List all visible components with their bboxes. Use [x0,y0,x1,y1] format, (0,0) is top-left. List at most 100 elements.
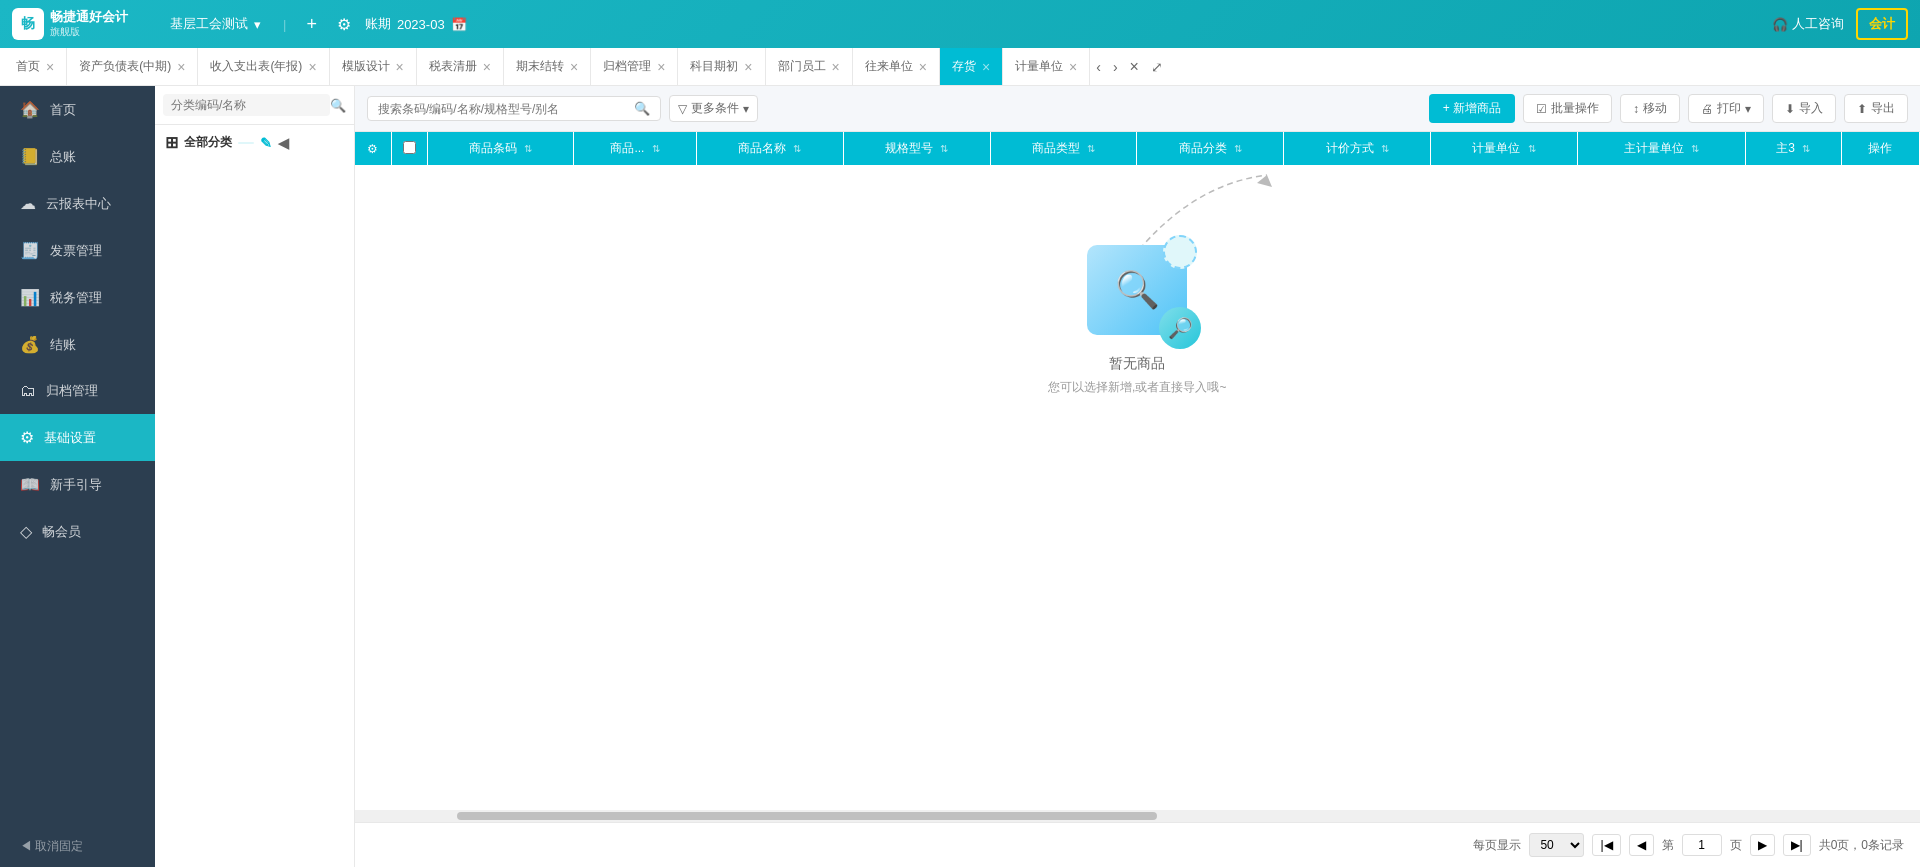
sidebar-member-label: 畅会员 [42,523,81,541]
tab-tax-close[interactable]: × [483,60,491,74]
company-selector[interactable]: 基层工会测试 ▾ [162,11,269,37]
add-product-button[interactable]: + 新增商品 [1429,94,1515,123]
tab-template[interactable]: 模版设计 × [330,48,417,86]
per-page-selector[interactable]: 50 10 20 100 [1529,833,1584,857]
pagination: 每页显示 50 10 20 100 |◀ ◀ 第 页 ▶ [355,822,1920,867]
tab-next-button[interactable]: › [1107,59,1124,75]
tab-home[interactable]: 首页 × [4,48,67,86]
sidebar-item-invoice[interactable]: 🧾 发票管理 [0,227,155,274]
tab-tax[interactable]: 税表清册 × [417,48,504,86]
th-checkbox[interactable] [391,132,427,165]
first-page-button[interactable]: |◀ [1592,834,1620,856]
category-edit-icon[interactable]: ✎ [260,135,272,151]
prev-page-button[interactable]: ◀ [1629,834,1654,856]
th-price-method[interactable]: 计价方式 ⇅ [1284,132,1431,165]
calendar-icon[interactable]: 📅 [451,17,467,32]
doc-circle-deco [1163,235,1197,269]
tab-income[interactable]: 收入支出表(年报) × [198,48,329,86]
tab-expand-button[interactable]: ⤢ [1145,59,1169,75]
category-collapse-icon[interactable]: ◀ [278,135,289,151]
import-label: 导入 [1799,100,1823,117]
sidebar-item-home[interactable]: 🏠 首页 [0,86,155,133]
period-label: 账期 [365,15,391,33]
unpin-label: ◀ 取消固定 [20,838,83,855]
tab-prev-button[interactable]: ‹ [1090,59,1107,75]
scrollbar-thumb[interactable] [457,812,1157,820]
last-page-button[interactable]: ▶| [1783,834,1811,856]
header-separator: | [283,17,286,32]
th-type[interactable]: 商品类型 ⇅ [990,132,1137,165]
tab-inventory-close[interactable]: × [982,60,990,74]
export-label: 导出 [1871,100,1895,117]
category-search-icon[interactable]: 🔍 [330,98,346,113]
tab-dept[interactable]: 部门员工 × [766,48,853,86]
th-barcode[interactable]: 商品条码 ⇅ [427,132,574,165]
batch-operation-button[interactable]: ☑ 批量操作 [1523,94,1612,123]
next-page-button[interactable]: ▶ [1750,834,1775,856]
move-button[interactable]: ↕ 移动 [1620,94,1680,123]
sidebar-item-member[interactable]: ◇ 畅会员 [0,508,155,555]
th-unit[interactable]: 计量单位 ⇅ [1431,132,1578,165]
sidebar-item-guide[interactable]: 📖 新手引导 [0,461,155,508]
tab-unit-close[interactable]: × [1069,60,1077,74]
th-name[interactable]: 商品名称 ⇅ [696,132,843,165]
th-code[interactable]: 商品... ⇅ [574,132,696,165]
tab-partner-close[interactable]: × [919,60,927,74]
period-value: 2023-03 [397,17,445,32]
tab-balance-sheet[interactable]: 资产负债表(中期) × [67,48,198,86]
tab-period-close-btn[interactable]: × [570,60,578,74]
tab-inventory-label: 存货 [952,58,976,75]
home-icon: 🏠 [20,100,40,119]
table-wrap: ⚙ 商品条码 ⇅ 商品... ⇅ 商品名称 ⇅ 规格型号 ⇅ 商品类型 ⇅ 商品… [355,132,1920,810]
category-header: ⊞ 全部分类 ✎ ◀ [155,125,354,160]
search-icon[interactable]: 🔍 [634,101,650,116]
search-input[interactable] [378,102,628,116]
per-page-select[interactable]: 50 10 20 100 [1529,833,1584,857]
category-search-input[interactable] [163,94,330,116]
sidebar-unpin-button[interactable]: ◀ 取消固定 [0,826,155,867]
sidebar-tax-label: 税务管理 [50,289,102,307]
th-spec[interactable]: 规格型号 ⇅ [843,132,990,165]
tab-dept-close[interactable]: × [832,60,840,74]
tab-unit-label: 计量单位 [1015,58,1063,75]
filter-button[interactable]: ▽ 更多条件 ▾ [669,95,758,122]
sidebar-item-tax[interactable]: 📊 税务管理 [0,274,155,321]
tab-inventory[interactable]: 存货 × [940,48,1003,86]
settings-icon[interactable]: ⚙ [333,11,355,38]
tab-period-label: 期末结转 [516,58,564,75]
sidebar-item-ledger[interactable]: 📒 总账 [0,133,155,180]
th-category[interactable]: 商品分类 ⇅ [1137,132,1284,165]
th-main-unit[interactable]: 主计量单位 ⇅ [1578,132,1746,165]
sidebar-item-archive[interactable]: 🗂 归档管理 [0,368,155,414]
print-label: 打印 [1717,100,1741,117]
tab-unit[interactable]: 计量单位 × [1003,48,1090,86]
tab-income-close[interactable]: × [308,60,316,74]
service-button[interactable]: 🎧 人工咨询 [1772,15,1844,33]
invoice-icon: 🧾 [20,241,40,260]
sidebar-item-settings[interactable]: ⚙ 基础设置 [0,414,155,461]
import-button[interactable]: ⬇ 导入 [1772,94,1836,123]
sidebar-item-close[interactable]: 💰 结账 [0,321,155,368]
select-all-checkbox[interactable] [403,141,416,154]
sidebar-item-reports[interactable]: ☁ 云报表中心 [0,180,155,227]
tab-partner[interactable]: 往来单位 × [853,48,940,86]
tab-period-close[interactable]: 期末结转 × [504,48,591,86]
page-number-input[interactable] [1682,834,1722,856]
tab-close-all-button[interactable]: × [1124,58,1145,76]
tab-home-close[interactable]: × [46,60,54,74]
headset-icon: 🎧 [1772,17,1788,32]
horizontal-scrollbar[interactable] [355,810,1920,822]
tab-template-close[interactable]: × [396,60,404,74]
export-button[interactable]: ⬆ 导出 [1844,94,1908,123]
account-button[interactable]: 会计 [1856,8,1908,40]
th-settings[interactable]: ⚙ [355,132,391,165]
th-col3[interactable]: 主3 ⇅ [1745,132,1841,165]
tab-archive-close[interactable]: × [657,60,665,74]
print-icon: 🖨 [1701,102,1713,116]
tab-subject-close[interactable]: × [744,60,752,74]
print-button[interactable]: 🖨 打印 ▾ [1688,94,1764,123]
tab-balance-close[interactable]: × [177,60,185,74]
add-company-button[interactable]: + [300,12,323,37]
tab-archive[interactable]: 归档管理 × [591,48,678,86]
tab-subject[interactable]: 科目期初 × [678,48,765,86]
